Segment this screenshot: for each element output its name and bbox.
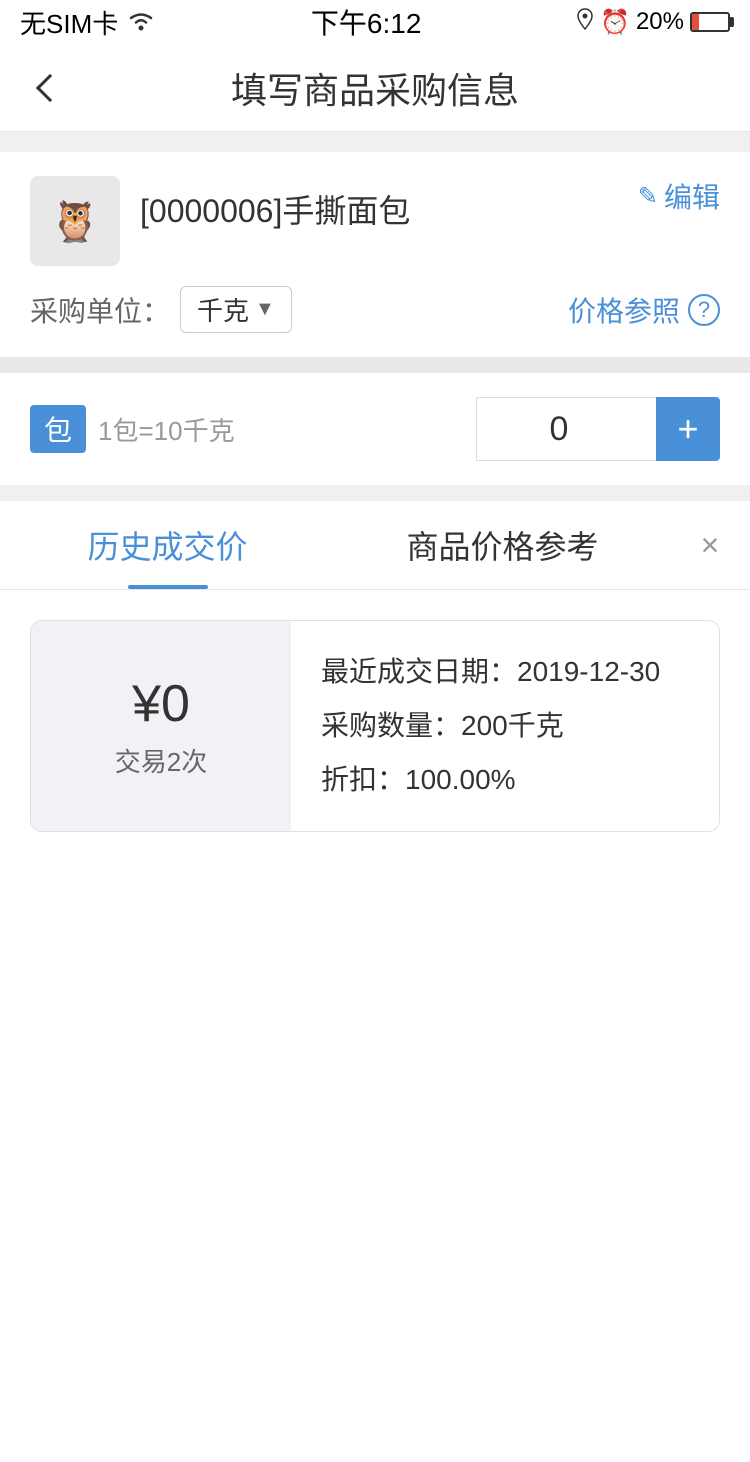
unit-value: 千克 [197,291,249,328]
discount-row: 折扣：100.00% [321,759,689,801]
quantity-control: + [476,397,720,461]
status-right: ⏰ 20% [576,8,730,37]
dropdown-arrow-icon: ▼ [255,298,275,321]
page-title: 填写商品采购信息 [231,62,519,114]
price-ref-button[interactable]: 价格参照 ? [568,290,720,330]
recent-date-label: 最近成交日期： [321,656,517,687]
tab-history-price[interactable]: 历史成交价 [0,501,335,589]
tabs-header: 历史成交价 商品价格参考 × [0,501,750,590]
history-price-right: 最近成交日期：2019-12-30 采购数量：200千克 折扣：100.00% [291,621,719,831]
history-price-left: ¥0 交易2次 [31,621,291,831]
product-thumb-icon: 🦉 [50,198,100,245]
history-price-value: ¥0 [132,674,190,734]
section-divider [0,357,750,373]
quantity-input[interactable] [476,397,656,461]
status-bar: 无SIM卡 下午6:12 ⏰ 20% [0,0,750,44]
nav-bar: 填写商品采购信息 [0,44,750,132]
product-card: 🦉 [0000006]手撕面包 ✎ 编辑 采购单位： 千克 ▼ 价格参照 ? [0,152,750,357]
back-button[interactable] [20,58,80,118]
recent-date-row: 最近成交日期：2019-12-30 [321,651,689,693]
trade-count: 交易2次 [115,742,207,779]
purchase-qty-row: 采购数量：200千克 [321,705,689,747]
help-icon: ? [688,294,720,326]
tabs-section: 历史成交价 商品价格参考 × ¥0 交易2次 最近成交日期：2019-12-30… [0,501,750,862]
recent-date-value: 2019-12-30 [517,656,660,687]
edit-icon: ✎ [638,182,658,211]
discount-value: 100.00% [405,764,516,795]
unit-section: 采购单位： 千克 ▼ [30,286,292,333]
page-background [0,862,750,1462]
product-header: 🦉 [0000006]手撕面包 ✎ 编辑 [30,176,720,266]
wifi-icon [126,7,156,38]
purchase-qty-label: 采购数量： [321,710,461,741]
battery-icon [690,12,730,32]
battery-text: 20% [636,8,684,36]
status-time: 下午6:12 [311,2,422,42]
edit-button[interactable]: ✎ 编辑 [638,176,720,216]
unit-label: 采购单位： [30,290,170,330]
price-ref-label: 价格参照 [568,290,680,330]
edit-label: 编辑 [664,176,720,216]
tab-history-label: 历史成交价 [87,522,247,568]
close-icon: × [701,527,720,564]
tabs-close-button[interactable]: × [670,501,750,589]
discount-label: 折扣： [321,764,405,795]
product-footer: 采购单位： 千克 ▼ 价格参照 ? [30,286,720,333]
back-arrow-icon [36,73,64,101]
product-name: [0000006]手撕面包 [140,186,410,232]
product-thumbnail: 🦉 [30,176,120,266]
unit-dropdown[interactable]: 千克 ▼ [180,286,292,333]
tab-price-ref-label: 商品价格参考 [406,522,598,568]
product-left: 🦉 [0000006]手撕面包 [30,176,410,266]
tab-content: ¥0 交易2次 最近成交日期：2019-12-30 采购数量：200千克 折扣：… [0,590,750,862]
quantity-label: 包 1包=10千克 [30,405,235,453]
unit-hint: 1包=10千克 [98,411,235,448]
purchase-qty-value: 200千克 [461,710,564,741]
tab-price-reference[interactable]: 商品价格参考 [335,501,670,589]
alarm-icon: ⏰ [600,8,630,37]
status-left: 无SIM卡 [20,4,156,41]
quantity-plus-button[interactable]: + [656,397,720,461]
carrier-text: 无SIM卡 [20,4,118,41]
history-price-card: ¥0 交易2次 最近成交日期：2019-12-30 采购数量：200千克 折扣：… [30,620,720,832]
unit-badge: 包 [30,405,86,453]
quantity-row: 包 1包=10千克 + [0,373,750,485]
location-icon [576,8,594,37]
